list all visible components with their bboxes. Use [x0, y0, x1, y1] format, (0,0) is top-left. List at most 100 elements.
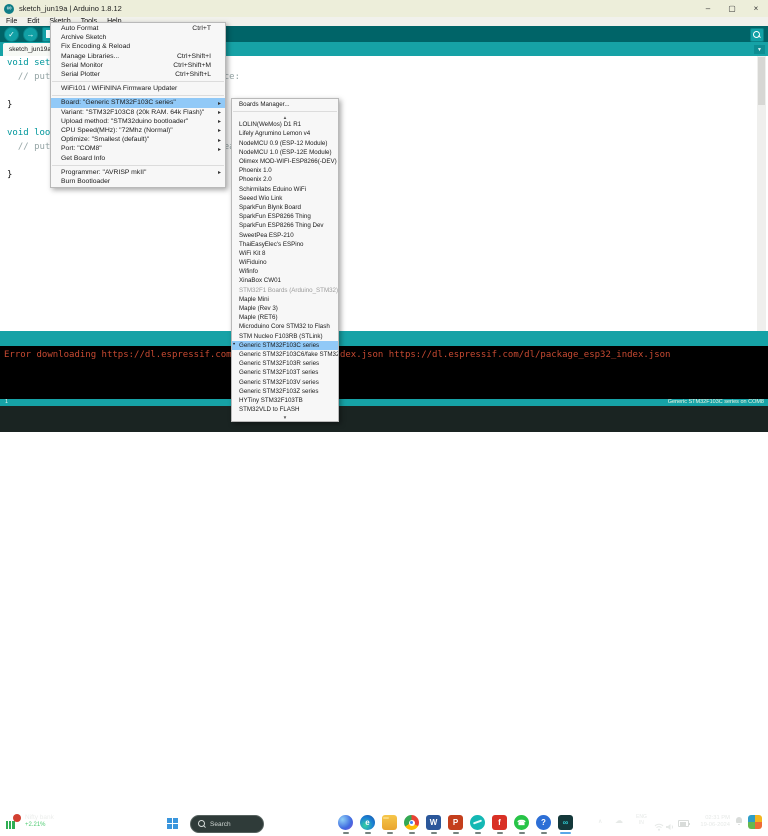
copilot-icon[interactable] — [338, 815, 353, 834]
board-menu-item[interactable]: Phoenix 1.0 — [232, 166, 338, 175]
menu-item-label: Variant: "STM32F103C8 (20k RAM. 64k Flas… — [61, 108, 205, 116]
menu-item-label: Programmer: "AVRISP mkII" — [61, 168, 147, 176]
board-menu-item[interactable]: WiFi Kit 8 — [232, 249, 338, 258]
board-menu-item[interactable]: Wifinfo — [232, 267, 338, 276]
start-button[interactable] — [167, 818, 179, 830]
tools-menu-item[interactable]: Programmer: "AVRISP mkII" ▸ — [51, 168, 225, 177]
board-menu-item[interactable]: Generic STM32F103V series — [232, 377, 338, 386]
menu-edit[interactable]: Edit — [22, 18, 44, 25]
tools-menu-item[interactable]: Upload method: "STM32duino bootloader" ▸ — [51, 117, 225, 126]
board-menu-item[interactable]: XinaBox CW01 — [232, 276, 338, 285]
board-item-label: Generic STM32F103V series — [239, 378, 319, 386]
board-menu-item[interactable]: Boards Manager... — [232, 100, 338, 109]
tools-menu-item[interactable]: Variant: "STM32F103C8 (20k RAM. 64k Flas… — [51, 108, 225, 117]
tools-menu-item[interactable]: Get Board Info — [51, 153, 225, 162]
f-app-icon[interactable]: f — [492, 815, 507, 834]
wifi-icon[interactable] — [654, 818, 664, 836]
colorful-tray-app-icon[interactable] — [748, 815, 762, 829]
tools-menu-item[interactable]: Manage Libraries... Ctrl+Shift+I — [51, 52, 225, 61]
hidden-icons-chevron-icon[interactable]: ∧ — [598, 818, 602, 825]
tools-menu-item[interactable]: WiFi101 / WiFiNINA Firmware Updater — [51, 84, 225, 93]
tools-menu-item[interactable]: Serial Plotter Ctrl+Shift+L — [51, 70, 225, 79]
tools-menu-item[interactable]: Burn Bootloader — [51, 177, 225, 186]
tools-menu-item[interactable]: Archive Sketch — [51, 33, 225, 42]
board-menu-item[interactable]: Generic STM32F103T series — [232, 368, 338, 377]
board-menu-item[interactable]: Maple (RET6) — [232, 313, 338, 322]
board-menu-item[interactable]: Schirmilabs Eduino WiFi — [232, 185, 338, 194]
tools-menu-item[interactable]: CPU Speed(MHz): "72Mhz (Normal)" ▸ — [51, 126, 225, 135]
tools-menu-item[interactable]: Fix Encoding & Reload — [51, 42, 225, 51]
quick-assist-icon[interactable]: ? — [536, 815, 551, 834]
board-menu-item[interactable]: SparkFun Blynk Board — [232, 203, 338, 212]
upload-button[interactable]: → — [23, 26, 38, 42]
board-menu-item[interactable]: NodeMCU 0.9 (ESP-12 Module) — [232, 139, 338, 148]
powerpoint-icon[interactable]: P — [448, 815, 463, 834]
board-menu-item[interactable]: Generic STM32F103R series — [232, 359, 338, 368]
close-button[interactable]: × — [744, 0, 768, 17]
menu-item-label: Board: "Generic STM32F103C series" — [61, 99, 176, 107]
whatsapp-icon[interactable]: ☎ — [514, 815, 529, 834]
board-item-label: Maple Mini — [239, 295, 269, 303]
board-menu-item[interactable]: Generic STM32F103Z series — [232, 387, 338, 396]
submenu-scroll-arrow[interactable]: ▼ — [232, 414, 338, 420]
menu-item-label: Optimize: "Smallest (default)" — [61, 136, 150, 144]
board-item-label: Boards Manager... — [239, 101, 290, 109]
board-menu-item[interactable]: Generic STM32F103C6/fake STM32F1 — [232, 350, 338, 359]
board-item-label: Microduino Core STM32 to Flash — [239, 323, 330, 331]
widget-change: +2.21% — [25, 822, 46, 828]
teal-app-icon[interactable] — [470, 815, 485, 834]
board-menu-item[interactable]: Seeed Wio Link — [232, 194, 338, 203]
news-widget[interactable]: Nifty bank +2.21% — [6, 814, 54, 829]
board-submenu: Boards Manager... ▲ LOLIN(WeMos) D1 R1 Life… — [231, 98, 339, 423]
menu-file[interactable]: File — [1, 18, 22, 25]
maximize-button[interactable]: ▢ — [720, 0, 744, 17]
tools-menu-item[interactable]: Auto Format Ctrl+T — [51, 24, 225, 33]
board-menu-item[interactable]: SparkFun ESP8266 Thing Dev — [232, 221, 338, 230]
board-menu-item[interactable]: Phoenix 2.0 — [232, 175, 338, 184]
board-menu-item[interactable]: SweetPea ESP-210 — [232, 230, 338, 239]
board-item-label: WiFiduino — [239, 259, 267, 267]
board-menu-item[interactable]: Olimex MOD-WIFI-ESP8266(-DEV) — [232, 157, 338, 166]
tools-menu-item[interactable]: Board: "Generic STM32F103C series" ▸ — [51, 98, 225, 108]
board-item-label: Lifely Agrumino Lemon v4 — [239, 130, 311, 138]
editor-scrollbar[interactable] — [757, 56, 766, 331]
minimize-button[interactable]: – — [696, 0, 720, 17]
board-menu-item[interactable]: SparkFun ESP8266 Thing — [232, 212, 338, 221]
board-menu-item[interactable]: STM Nucleo F103RB (STLink) — [232, 332, 338, 341]
tools-menu-item[interactable]: Port: "COM8" ▸ — [51, 144, 225, 153]
clock[interactable]: 02:31 PM 19-06-2024 — [694, 815, 730, 828]
board-menu-item[interactable]: • Generic STM32F103C series — [232, 340, 338, 350]
board-menu-item[interactable]: Maple (Rev 3) — [232, 304, 338, 313]
board-menu-item[interactable]: STM32VLD to FLASH — [232, 405, 338, 414]
board-port-status: Generic STM32F103C series on COM8 — [667, 399, 764, 405]
verify-button[interactable]: ✓ — [4, 26, 19, 42]
board-menu-item[interactable]: ThaiEasyElec's ESPino — [232, 240, 338, 249]
serial-monitor-icon[interactable] — [750, 28, 764, 42]
file-explorer-icon[interactable] — [382, 815, 397, 834]
menu-item-label: Upload method: "STM32duino bootloader" — [61, 117, 189, 125]
tools-menu-item[interactable]: Optimize: "Smallest (default)" ▸ — [51, 135, 225, 144]
tab-sketch[interactable]: sketch_jun19a — [3, 43, 57, 56]
board-menu-item[interactable]: LOLIN(WeMos) D1 R1 — [232, 120, 338, 129]
notifications-bell-icon[interactable] — [735, 817, 743, 825]
onedrive-cloud-icon[interactable]: ☁ — [615, 816, 623, 825]
word-icon[interactable]: W — [426, 815, 441, 834]
language-indicator[interactable]: ENG IN — [636, 814, 647, 826]
board-menu-item[interactable]: Lifely Agrumino Lemon v4 — [232, 129, 338, 138]
edge-icon[interactable]: e — [360, 815, 375, 834]
arduino-icon[interactable]: ∞ — [558, 815, 573, 834]
board-menu-item[interactable]: NodeMCU 1.0 (ESP-12E Module) — [232, 148, 338, 157]
volume-icon[interactable] — [666, 818, 675, 836]
board-item-label: NodeMCU 1.0 (ESP-12E Module) — [239, 148, 332, 156]
board-menu-item[interactable]: HYTiny STM32F103TB — [232, 396, 338, 405]
battery-icon[interactable] — [678, 820, 690, 827]
chrome-icon[interactable] — [404, 815, 419, 834]
board-menu-item[interactable]: Microduino Core STM32 to Flash — [232, 322, 338, 331]
board-menu-item[interactable]: WiFiduino — [232, 258, 338, 267]
status-bar: 1 Generic STM32F103C series on COM8 — [0, 399, 768, 406]
board-menu-item[interactable]: Maple Mini — [232, 295, 338, 304]
taskbar-search[interactable]: Search — [190, 815, 264, 833]
board-item-label: Maple (Rev 3) — [239, 305, 278, 313]
tools-menu-item[interactable]: Serial Monitor Ctrl+Shift+M — [51, 61, 225, 70]
tab-list-dropdown-icon[interactable]: ▼ — [754, 45, 765, 54]
